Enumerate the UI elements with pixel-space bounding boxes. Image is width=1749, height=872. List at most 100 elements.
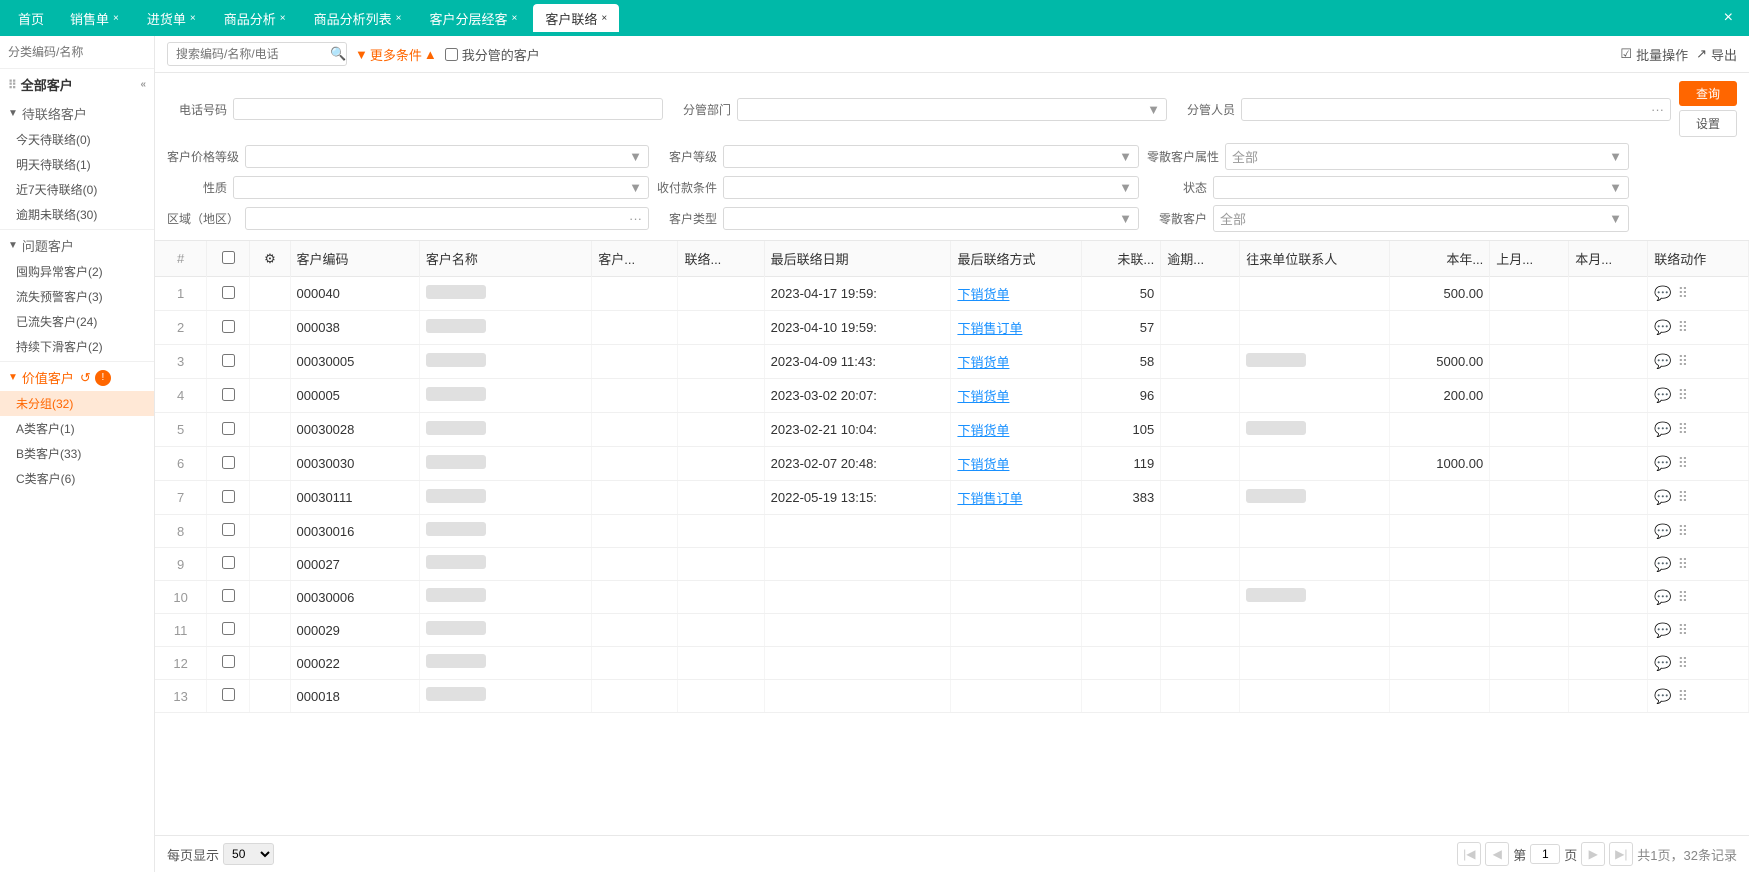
action-grid-icon[interactable]: ⠿ xyxy=(1678,655,1688,672)
last-way-link[interactable]: 下销货单 xyxy=(957,423,1009,438)
action-grid-icon[interactable]: ⠿ xyxy=(1678,387,1688,404)
sidebar-item-overdue[interactable]: 逾期未联络(30) xyxy=(0,202,154,227)
row-checkbox[interactable] xyxy=(222,688,235,701)
sidebar-search-input[interactable] xyxy=(8,45,155,59)
tab-customer-contact[interactable]: 客户联络 × xyxy=(533,4,619,32)
action-grid-icon[interactable]: ⠿ xyxy=(1678,688,1688,705)
sidebar-item-tomorrow[interactable]: 明天待联络(1) xyxy=(0,152,154,177)
action-grid-icon[interactable]: ⠿ xyxy=(1678,489,1688,506)
last-way-link[interactable]: 下销售订单 xyxy=(957,491,1022,506)
action-phone-icon[interactable]: 💬 xyxy=(1654,387,1671,404)
last-way-link[interactable]: 下销货单 xyxy=(957,287,1009,302)
sidebar-item-declining[interactable]: 持续下滑客户(2) xyxy=(0,334,154,359)
tab-purchase[interactable]: 进货单 × xyxy=(135,4,208,32)
sidebar-item-c-class[interactable]: C类客户(6) xyxy=(0,466,154,491)
action-phone-icon[interactable]: 💬 xyxy=(1654,489,1671,506)
home-tab[interactable]: 首页 xyxy=(8,9,54,28)
reset-button[interactable]: 设置 xyxy=(1679,110,1737,137)
all-customers-header[interactable]: ⠿ 全部客户 « xyxy=(0,69,154,100)
pending-contact-section[interactable]: ▼ 待联络客户 xyxy=(0,100,154,127)
customer-level-select[interactable]: ▼ xyxy=(723,145,1139,168)
last-way-link[interactable]: 下销售订单 xyxy=(957,321,1022,336)
search-icon[interactable]: 🔍 xyxy=(330,46,346,62)
row-checkbox[interactable] xyxy=(222,286,235,299)
action-phone-icon[interactable]: 💬 xyxy=(1654,353,1671,370)
action-grid-icon[interactable]: ⠿ xyxy=(1678,285,1688,302)
sidebar-item-churned[interactable]: 已流失客户(24) xyxy=(0,309,154,334)
row-checkbox[interactable] xyxy=(222,589,235,602)
region-select[interactable]: ··· xyxy=(245,207,649,230)
manager-select[interactable]: ··· xyxy=(1241,98,1671,121)
sidebar-item-a-class[interactable]: A类客户(1) xyxy=(0,416,154,441)
nature-select[interactable]: ▼ xyxy=(233,176,649,199)
page-input[interactable] xyxy=(1530,844,1560,864)
last-way-link[interactable]: 下销货单 xyxy=(957,457,1009,472)
problem-customers-section[interactable]: ▼ 问题客户 xyxy=(0,232,154,259)
action-phone-icon[interactable]: 💬 xyxy=(1654,455,1671,472)
my-customers-checkbox[interactable] xyxy=(445,48,458,61)
next-page-btn[interactable]: ▶ xyxy=(1581,842,1605,866)
action-phone-icon[interactable]: 💬 xyxy=(1654,655,1671,672)
search-input[interactable] xyxy=(176,47,326,61)
sidebar-item-7days[interactable]: 近7天待联络(0) xyxy=(0,177,154,202)
price-level-select[interactable]: ▼ xyxy=(245,145,649,168)
row-checkbox[interactable] xyxy=(222,422,235,435)
close-purchase-icon[interactable]: × xyxy=(190,13,196,24)
action-grid-icon[interactable]: ⠿ xyxy=(1678,455,1688,472)
per-page-select[interactable]: 50 100 200 xyxy=(223,843,274,865)
status-select[interactable]: ▼ xyxy=(1213,176,1629,199)
tab-customer-segment[interactable]: 客户分层经客 × xyxy=(417,4,529,32)
action-phone-icon[interactable]: 💬 xyxy=(1654,556,1671,573)
row-checkbox[interactable] xyxy=(222,388,235,401)
tab-analysis-list[interactable]: 商品分析列表 × xyxy=(302,4,414,32)
close-analysis-icon[interactable]: × xyxy=(280,13,286,24)
last-way-link[interactable]: 下销货单 xyxy=(957,355,1009,370)
action-phone-icon[interactable]: 💬 xyxy=(1654,589,1671,606)
row-checkbox[interactable] xyxy=(222,354,235,367)
action-grid-icon[interactable]: ⠿ xyxy=(1678,421,1688,438)
action-grid-icon[interactable]: ⠿ xyxy=(1678,622,1688,639)
row-checkbox[interactable] xyxy=(222,523,235,536)
row-checkbox[interactable] xyxy=(222,556,235,569)
export-btn[interactable]: ↗ 导出 xyxy=(1696,45,1737,64)
row-checkbox[interactable] xyxy=(222,622,235,635)
action-grid-icon[interactable]: ⠿ xyxy=(1678,556,1688,573)
query-button[interactable]: 查询 xyxy=(1679,81,1737,106)
row-checkbox[interactable] xyxy=(222,320,235,333)
tab-sales[interactable]: 销售单 × xyxy=(58,4,131,32)
retail-select[interactable]: 全部 ▼ xyxy=(1213,205,1629,232)
action-grid-icon[interactable]: ⠿ xyxy=(1678,589,1688,606)
sidebar-item-today[interactable]: 今天待联络(0) xyxy=(0,127,154,152)
sidebar-item-ungroup[interactable]: 未分组(32) xyxy=(0,391,154,416)
action-phone-icon[interactable]: 💬 xyxy=(1654,319,1671,336)
refresh-icon[interactable]: ↺ xyxy=(80,370,91,386)
close-sales-icon[interactable]: × xyxy=(113,13,119,24)
action-phone-icon[interactable]: 💬 xyxy=(1654,622,1671,639)
prev-page-btn[interactable]: ◀ xyxy=(1485,842,1509,866)
dept-select[interactable]: ▼ xyxy=(737,98,1167,121)
customer-type-select[interactable]: ▼ xyxy=(723,207,1139,230)
batch-ops-btn[interactable]: ☑ 批量操作 xyxy=(1620,45,1688,64)
last-way-link[interactable]: 下销货单 xyxy=(957,389,1009,404)
row-checkbox[interactable] xyxy=(222,490,235,503)
sidebar-item-abnormal[interactable]: 囤购异常客户(2) xyxy=(0,259,154,284)
sidebar-item-churning[interactable]: 流失预警客户(3) xyxy=(0,284,154,309)
retail-attr-select[interactable]: 全部 ▼ xyxy=(1225,143,1629,170)
sidebar-item-b-class[interactable]: B类客户(33) xyxy=(0,441,154,466)
col-header-settings[interactable]: ⚙ xyxy=(250,241,290,277)
action-phone-icon[interactable]: 💬 xyxy=(1654,285,1671,302)
action-phone-icon[interactable]: 💬 xyxy=(1654,421,1671,438)
row-checkbox[interactable] xyxy=(222,655,235,668)
close-segment-icon[interactable]: × xyxy=(511,13,517,24)
tab-analysis[interactable]: 商品分析 × xyxy=(212,4,298,32)
last-page-btn[interactable]: ▶| xyxy=(1609,842,1633,866)
action-grid-icon[interactable]: ⠿ xyxy=(1678,353,1688,370)
close-window-icon[interactable]: × xyxy=(1716,9,1741,27)
close-analysis-list-icon[interactable]: × xyxy=(396,13,402,24)
action-phone-icon[interactable]: 💬 xyxy=(1654,688,1671,705)
payment-select[interactable]: ▼ xyxy=(723,176,1139,199)
phone-input[interactable] xyxy=(233,98,663,120)
action-grid-icon[interactable]: ⠿ xyxy=(1678,523,1688,540)
action-phone-icon[interactable]: 💬 xyxy=(1654,523,1671,540)
first-page-btn[interactable]: |◀ xyxy=(1457,842,1481,866)
